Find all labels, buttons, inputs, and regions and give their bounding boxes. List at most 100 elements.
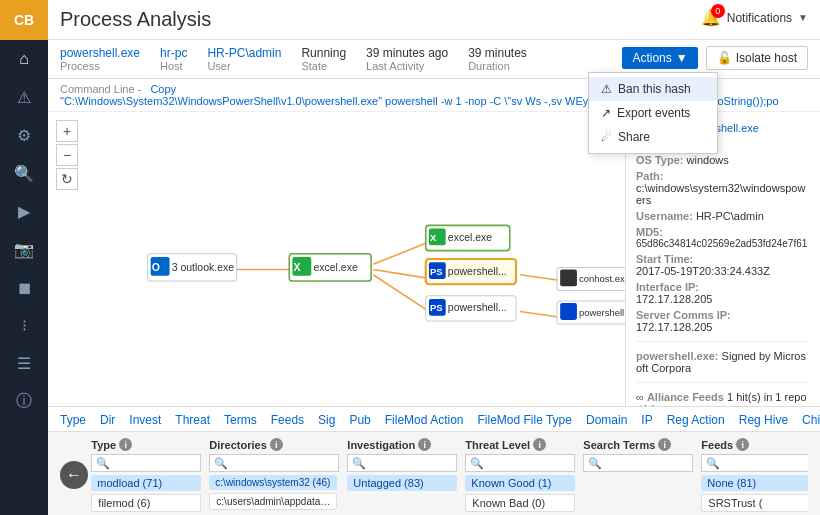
- rp-start-label: Start Time:: [636, 253, 693, 265]
- tab-child-path[interactable]: Child Path: [802, 413, 820, 431]
- filter-type-label: Type i: [91, 438, 201, 451]
- sidebar-icon-alert[interactable]: ⚠: [0, 78, 48, 116]
- tab-invest[interactable]: Invest: [129, 413, 161, 431]
- logo[interactable]: CB: [0, 0, 48, 40]
- rp-signed: powershell.exe: Signed by Microsoft Corp…: [636, 350, 810, 374]
- rp-server-value: 172.17.128.205: [636, 321, 810, 333]
- filter-terms-label: Search Terms i: [583, 438, 693, 451]
- sidebar-icon-home[interactable]: ⌂: [0, 40, 48, 78]
- filter-dirs-info-icon[interactable]: i: [270, 438, 283, 451]
- filter-invest-info-icon[interactable]: i: [418, 438, 431, 451]
- sidebar-icon-monitor[interactable]: ◼: [0, 268, 48, 306]
- rp-start-value: 2017-05-19T20:33:24.433Z: [636, 265, 810, 277]
- isolate-icon: 🔓: [717, 51, 732, 65]
- filter-feeds-label: Feeds i: [701, 438, 808, 451]
- main-content: Process Analysis 🔔 0 Notifications ▼ pow…: [48, 0, 820, 515]
- tab-threat[interactable]: Threat: [175, 413, 210, 431]
- back-button[interactable]: ←: [60, 461, 88, 489]
- notification-icon[interactable]: 🔔 0: [701, 8, 721, 27]
- filter-type-search[interactable]: [91, 454, 201, 472]
- process-activity-label: Last Activity: [366, 60, 448, 72]
- sidebar-icon-list[interactable]: ☰: [0, 344, 48, 382]
- filter-nav-bar: ← Type i modload (71) filemod (6) Direct…: [48, 432, 820, 515]
- notification-area: 🔔 0 Notifications ▼: [689, 0, 820, 35]
- actions-chevron-icon: ▼: [676, 51, 688, 65]
- tab-ip[interactable]: IP: [641, 413, 652, 431]
- filter-terms-info-icon[interactable]: i: [658, 438, 671, 451]
- sidebar-icon-info[interactable]: ⓘ: [0, 382, 48, 420]
- svg-text:PS: PS: [430, 303, 443, 314]
- actions-area: Actions ▼ ⚠ Ban this hash ↗ Export event…: [622, 46, 808, 70]
- tab-terms[interactable]: Terms: [224, 413, 257, 431]
- dropdown-ban-hash[interactable]: ⚠ Ban this hash: [589, 77, 717, 101]
- rp-path-value: c:\windows\system32\windowspowers: [636, 182, 810, 206]
- sidebar-icon-grid[interactable]: ⁝: [0, 306, 48, 344]
- svg-text:powershell...: powershell...: [448, 302, 507, 314]
- filter-feeds-badge-0[interactable]: None (81): [701, 475, 808, 491]
- ban-icon: ⚠: [601, 82, 612, 96]
- rp-os: OS Type: windows: [636, 154, 810, 166]
- dropdown-share[interactable]: ☄ Share: [589, 125, 717, 149]
- filter-feeds-badge-1[interactable]: SRSTrust (: [701, 494, 808, 512]
- filter-terms-search[interactable]: [583, 454, 693, 472]
- isolate-host-button[interactable]: 🔓 Isolate host: [706, 46, 808, 70]
- tab-filemod-action[interactable]: FileMod Action: [385, 413, 464, 431]
- rp-path-label: Path:: [636, 170, 664, 182]
- svg-text:excel.exe: excel.exe: [448, 231, 493, 243]
- filter-feeds-info-icon[interactable]: i: [736, 438, 749, 451]
- process-name-value[interactable]: powershell.exe: [60, 46, 140, 60]
- tab-filemod-file-type[interactable]: FileMod File Type: [477, 413, 571, 431]
- sidebar-icon-terminal[interactable]: ▶: [0, 192, 48, 230]
- page-title: Process Analysis: [60, 8, 211, 31]
- process-duration-value: 39 minutes: [468, 46, 527, 60]
- notification-chevron-icon: ▼: [798, 12, 808, 23]
- notification-label[interactable]: Notifications: [727, 11, 792, 25]
- svg-text:X: X: [293, 261, 300, 273]
- tab-pub[interactable]: Pub: [349, 413, 370, 431]
- tab-sig[interactable]: Sig: [318, 413, 335, 431]
- tab-domain[interactable]: Domain: [586, 413, 627, 431]
- filter-type-info-icon[interactable]: i: [119, 438, 132, 451]
- process-name-group: powershell.exe Process: [60, 46, 140, 72]
- process-user-value[interactable]: HR-PC\admin: [207, 46, 281, 60]
- svg-line-2: [373, 270, 426, 278]
- sidebar-icon-tag[interactable]: 📷: [0, 230, 48, 268]
- filter-dirs-badge-0[interactable]: c:\windows\system32 (46): [209, 475, 337, 490]
- filter-dirs-badge-1[interactable]: c:\users\admin\appdata\loc: [209, 493, 337, 510]
- tab-reg-action[interactable]: Reg Action: [667, 413, 725, 431]
- sidebar-icon-search[interactable]: 🔍: [0, 154, 48, 192]
- rp-md5-label: MD5:: [636, 226, 663, 238]
- rp-username-label: Username:: [636, 210, 693, 222]
- filter-dirs-search[interactable]: [209, 454, 339, 472]
- actions-button[interactable]: Actions ▼: [622, 47, 697, 69]
- export-icon: ↗: [601, 106, 611, 120]
- filter-type-badge-0[interactable]: modload (71): [91, 475, 201, 491]
- rp-server: Server Comms IP: 172.17.128.205: [636, 309, 810, 333]
- filter-threat-info-icon[interactable]: i: [533, 438, 546, 451]
- rp-interface: Interface IP: 172.17.128.205: [636, 281, 810, 305]
- filter-threat-badge-0[interactable]: Known Good (1): [465, 475, 575, 491]
- filter-threat-search[interactable]: [465, 454, 575, 472]
- filter-type-badge-1[interactable]: filemod (6): [91, 494, 201, 512]
- filter-invest-badge-0[interactable]: Untagged (83): [347, 475, 457, 491]
- filter-threat-badge-1[interactable]: Known Bad (0): [465, 494, 575, 512]
- isolate-label: Isolate host: [736, 51, 797, 65]
- filter-feeds-search[interactable]: [701, 454, 808, 472]
- tab-reg-hive[interactable]: Reg Hive: [739, 413, 788, 431]
- dropdown-export-events[interactable]: ↗ Export events: [589, 101, 717, 125]
- process-user-label: User: [207, 60, 281, 72]
- rp-os-label: OS Type:: [636, 154, 683, 166]
- sidebar-icon-gear[interactable]: ⚙: [0, 116, 48, 154]
- tab-dir[interactable]: Dir: [100, 413, 115, 431]
- copy-link[interactable]: Copy: [150, 83, 176, 95]
- rp-divider: [636, 341, 810, 342]
- filter-invest-search[interactable]: [347, 454, 457, 472]
- tab-feeds[interactable]: Feeds: [271, 413, 304, 431]
- rp-feeds: ∞ Alliance Feeds 1 hit(s) in 1 report(s): [636, 391, 810, 406]
- svg-text:powershell...: powershell...: [448, 265, 507, 277]
- rp-md5-value: 65d86c34814c02569e2ad53fd24e7f61: [636, 238, 810, 249]
- tab-type[interactable]: Type: [60, 413, 86, 431]
- filter-group-type: Type i modload (71) filemod (6): [91, 438, 201, 512]
- svg-line-3: [373, 275, 426, 310]
- process-host-value[interactable]: hr-pc: [160, 46, 187, 60]
